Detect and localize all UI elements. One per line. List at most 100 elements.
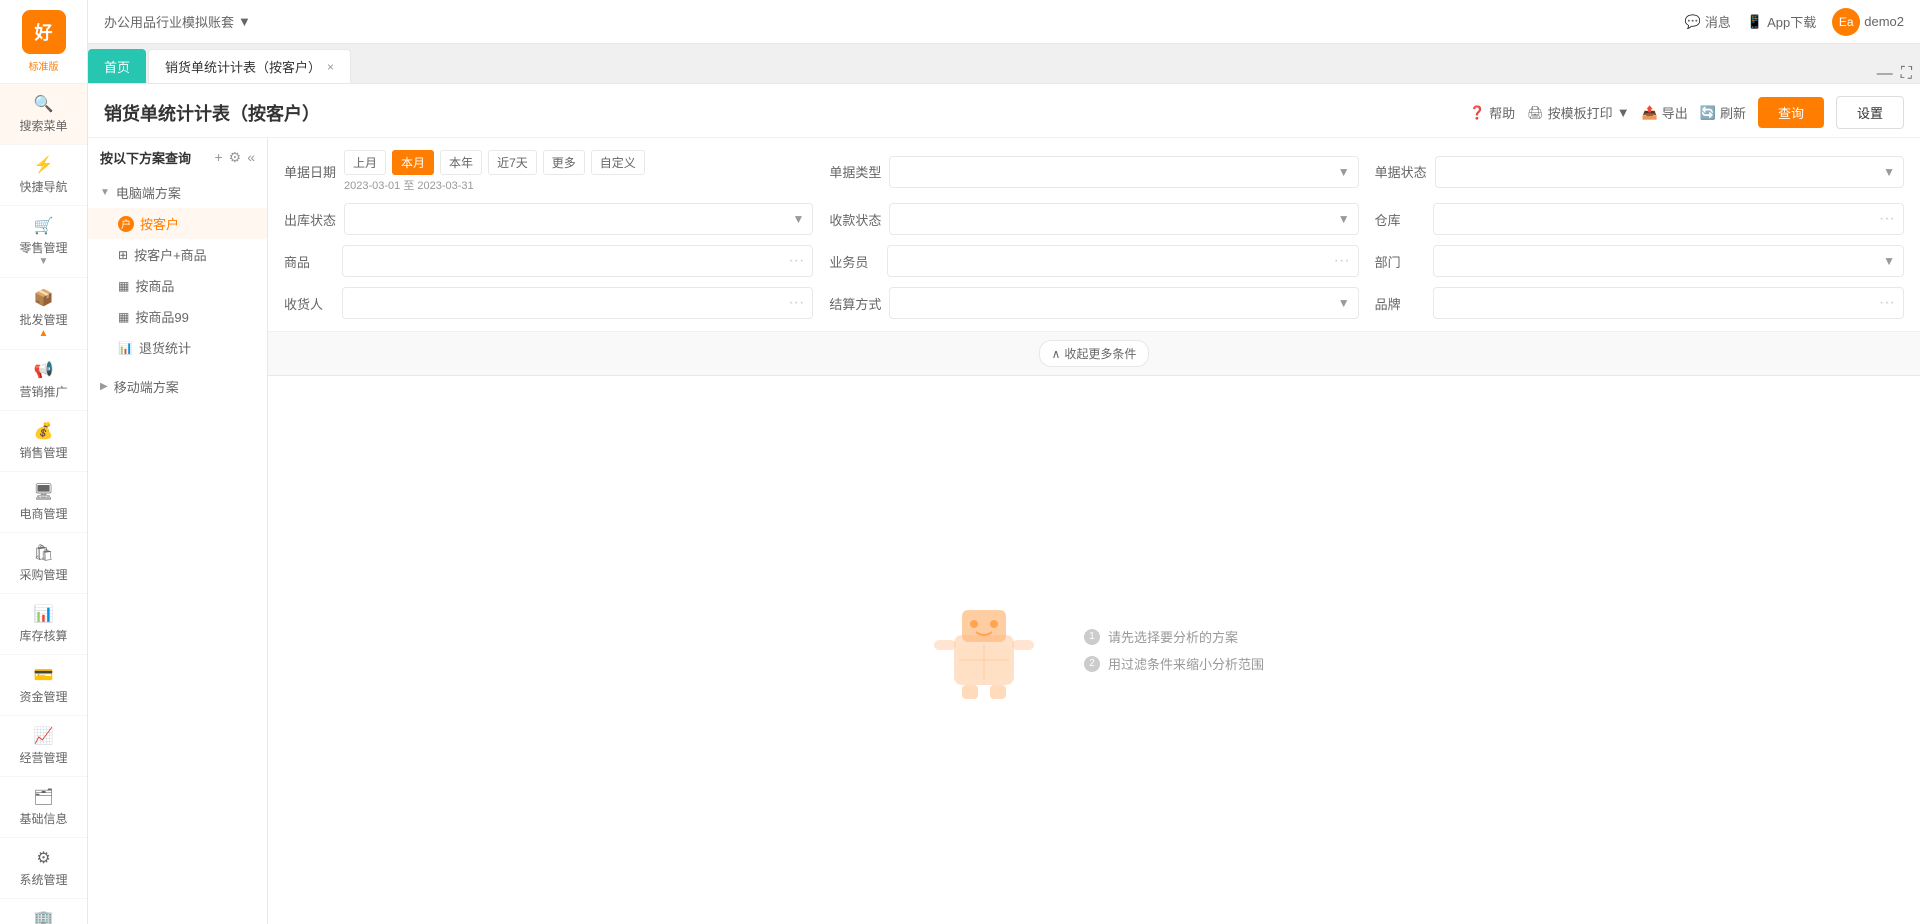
dots-icon: ··· xyxy=(1879,210,1895,228)
tree-item-customer[interactable]: 户 按客户 xyxy=(88,208,267,239)
header-right: 💬 消息 📱 App下载 Ea demo2 xyxy=(1685,8,1904,36)
order-type-select[interactable]: ▼ xyxy=(889,156,1358,188)
sidebar-item-enterprise[interactable]: 🏢 企业协同 xyxy=(0,899,87,924)
filter-area: 单据日期 上月 本月 本年 近7天 更多 自定义 20 xyxy=(268,138,1920,332)
mobile-group-header[interactable]: ▶ 移动端方案 xyxy=(88,371,267,402)
print-btn[interactable]: 🖨 按模板打印 ▼ xyxy=(1527,103,1629,122)
user-profile[interactable]: Ea demo2 xyxy=(1832,8,1904,36)
collapse-up-icon: ∧ xyxy=(1052,347,1061,361)
sidebar-label-quicknav: 快捷导航 xyxy=(19,178,67,195)
date-custom-btn[interactable]: 自定义 xyxy=(591,150,645,175)
filter-warehouse: 仓库 ··· xyxy=(1375,203,1904,235)
avatar: Ea xyxy=(1832,8,1860,36)
operations-icon: 📈 xyxy=(34,726,54,746)
goods-select[interactable]: ··· xyxy=(342,245,813,277)
inventory-icon: 📊 xyxy=(34,604,54,624)
date-range-display: 2023-03-01 至 2023-03-31 xyxy=(344,177,813,193)
mobile-group-label: 移动端方案 xyxy=(114,377,179,396)
date-year-btn[interactable]: 本年 xyxy=(440,150,482,175)
export-btn[interactable]: 📤 导出 xyxy=(1642,103,1688,122)
settlement-select[interactable]: ▼ xyxy=(889,287,1358,319)
chevron-down-icon: ▼ xyxy=(39,256,49,267)
collapse-label: 收起更多条件 xyxy=(1064,345,1136,362)
panel-icons: + ⚙ « xyxy=(214,149,255,166)
chevron-down-icon4: ▼ xyxy=(1338,212,1350,226)
scheme-settings-btn[interactable]: ⚙ xyxy=(229,149,242,166)
tree-item-goods99[interactable]: ▦ 按商品99 xyxy=(88,301,267,332)
tree-item-customer-goods[interactable]: ⊞ 按客户+商品 xyxy=(88,239,267,270)
industry-selector[interactable]: 办公用品行业模拟账套 ▼ xyxy=(104,12,251,31)
sidebar-label-system: 系统管理 xyxy=(19,871,67,888)
order-status-select[interactable]: ▼ xyxy=(1435,156,1904,188)
tab-maximize-btn[interactable]: ⛶ xyxy=(1901,65,1912,83)
payment-status-select[interactable]: ▼ xyxy=(889,203,1358,235)
sidebar-item-system[interactable]: ⚙ 系统管理 xyxy=(0,838,87,899)
sidebar-label-purchase: 采购管理 xyxy=(19,566,67,583)
sidebar-item-wholesale[interactable]: 📦 批发管理 ▲ xyxy=(0,278,87,350)
tree-item-goods[interactable]: ▦ 按商品 xyxy=(88,270,267,301)
help-btn[interactable]: ❓ 帮助 xyxy=(1469,103,1515,122)
empty-state-area: 1 请先选择要分析的方案 2 用过滤条件来缩小分析范围 xyxy=(268,376,1920,924)
app-download-btn[interactable]: 📱 App下载 xyxy=(1747,12,1816,31)
wholesale-icon: 📦 xyxy=(34,288,54,308)
tip-number-1: 1 xyxy=(1084,629,1100,645)
sidebar-item-finance[interactable]: 💳 资金管理 xyxy=(0,655,87,716)
page-actions: ❓ 帮助 🖨 按模板打印 ▼ 📤 导出 🔄 刷新 查询 设置 xyxy=(1469,96,1904,129)
sidebar-item-quicknav[interactable]: ⚡ 快捷导航 xyxy=(0,145,87,206)
sidebar-item-retail[interactable]: 🛒 零售管理 ▼ xyxy=(0,206,87,278)
collapse-more-btn[interactable]: ∧ 收起更多条件 xyxy=(1039,340,1150,367)
dots-icon4: ··· xyxy=(788,294,804,312)
settings-button[interactable]: 设置 xyxy=(1836,96,1904,129)
sidebar-item-purchase[interactable]: 🛍 采购管理 xyxy=(0,533,87,594)
messages-btn[interactable]: 💬 消息 xyxy=(1685,12,1731,31)
tab-sales-stats[interactable]: 销货单统计计表（按客户） × xyxy=(148,49,351,83)
salesman-select[interactable]: ··· xyxy=(887,245,1358,277)
basics-icon: 🗂 xyxy=(33,787,53,807)
sidebar-item-marketing[interactable]: 📢 营销推广 xyxy=(0,350,87,411)
sidebar: 好 标准版 🔍 搜索菜单 ⚡ 快捷导航 🛒 零售管理 ▼ 📦 批发管理 ▲ 📢 … xyxy=(0,0,88,924)
query-button[interactable]: 查询 xyxy=(1758,97,1824,128)
main-area: 办公用品行业模拟账套 ▼ 💬 消息 📱 App下载 Ea demo2 首页 xyxy=(88,0,1920,924)
chevron-up-icon: ▲ xyxy=(39,328,49,339)
tree-item-label-1: 按商品 xyxy=(135,276,174,295)
stock-status-label: 出库状态 xyxy=(284,210,336,229)
desktop-group-header[interactable]: ▼ 电脑端方案 xyxy=(88,177,267,208)
department-select[interactable]: ▼ xyxy=(1433,245,1904,277)
date-prev-month-btn[interactable]: 上月 xyxy=(344,150,386,175)
sidebar-item-ecommerce[interactable]: 🖥 电商管理 xyxy=(0,472,87,533)
receiver-select[interactable]: ··· xyxy=(342,287,813,319)
filter-brand: 品牌 ··· xyxy=(1375,287,1904,319)
stock-status-select[interactable]: ▼ xyxy=(344,203,813,235)
date-current-month-btn[interactable]: 本月 xyxy=(392,150,434,175)
dots-icon5: ··· xyxy=(1879,294,1895,312)
date-7days-btn[interactable]: 近7天 xyxy=(488,150,537,175)
tab-close-icon[interactable]: × xyxy=(327,60,334,74)
tab-home[interactable]: 首页 xyxy=(88,49,146,83)
sidebar-item-sales[interactable]: 💰 销售管理 xyxy=(0,411,87,472)
tab-sales-label: 销货单统计计表（按客户） xyxy=(165,57,321,76)
brand-select[interactable]: ··· xyxy=(1433,287,1904,319)
add-scheme-btn[interactable]: + xyxy=(214,149,222,166)
sidebar-item-basics[interactable]: 🗂 基础信息 xyxy=(0,777,87,838)
sidebar-item-search[interactable]: 🔍 搜索菜单 xyxy=(0,84,87,145)
tree-item-return-stats[interactable]: 📊 退货统计 xyxy=(88,332,267,363)
date-more-btn[interactable]: 更多 xyxy=(543,150,585,175)
ecommerce-icon: 🖥 xyxy=(33,482,53,502)
warehouse-select[interactable]: ··· xyxy=(1433,203,1904,235)
dots-icon3: ··· xyxy=(1334,252,1350,270)
arrow-down-icon: ▼ xyxy=(100,187,110,198)
sidebar-label-marketing: 营销推广 xyxy=(19,383,67,400)
page-header: 销货单统计计表（按客户） ❓ 帮助 🖨 按模板打印 ▼ 📤 导出 🔄 刷新 xyxy=(88,84,1920,138)
quicknav-icon: ⚡ xyxy=(34,155,54,175)
tab-minimize-btn[interactable]: — xyxy=(1877,65,1893,83)
chevron-down-icon3: ▼ xyxy=(792,212,804,226)
sidebar-item-operations[interactable]: 📈 经营管理 xyxy=(0,716,87,777)
brand-label: 品牌 xyxy=(1375,294,1425,313)
right-area: 单据日期 上月 本月 本年 近7天 更多 自定义 20 xyxy=(268,138,1920,924)
filter-goods: 商品 ··· xyxy=(284,245,813,277)
messages-label: 消息 xyxy=(1705,12,1731,31)
sidebar-item-inventory[interactable]: 📊 库存核算 xyxy=(0,594,87,655)
message-icon: 💬 xyxy=(1685,14,1701,30)
refresh-btn[interactable]: 🔄 刷新 xyxy=(1700,103,1746,122)
collapse-panel-btn[interactable]: « xyxy=(247,149,255,166)
